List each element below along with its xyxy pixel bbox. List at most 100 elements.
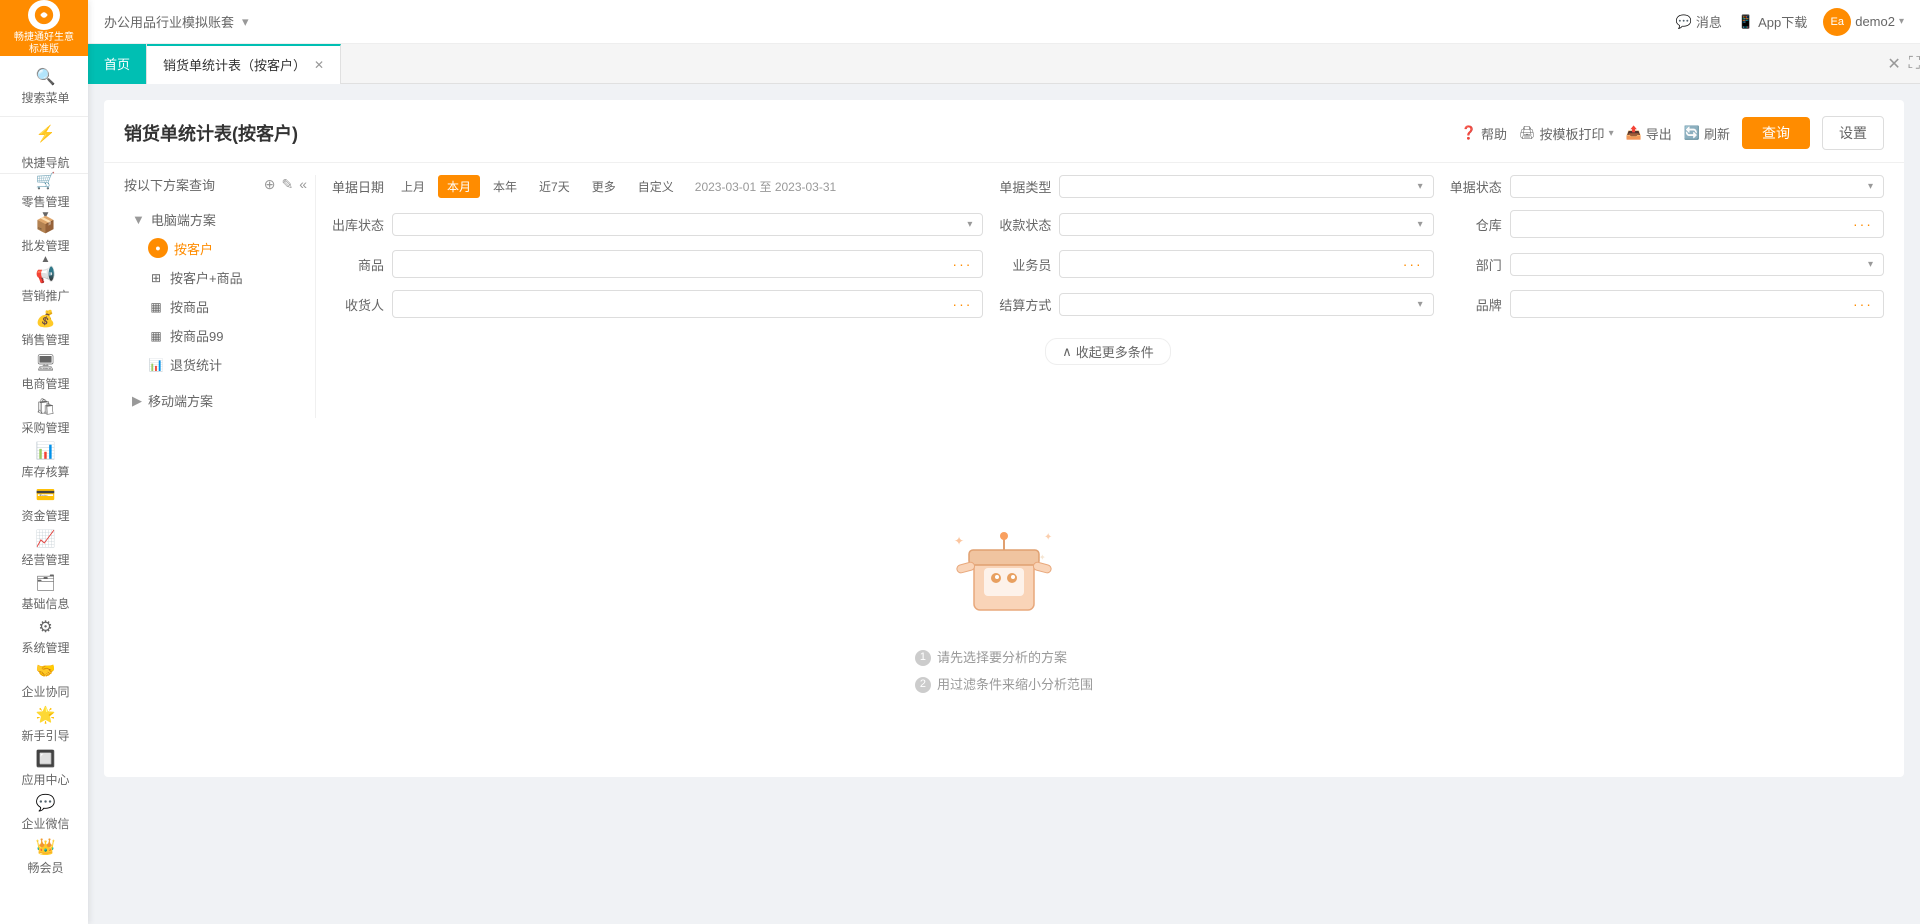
tab-home[interactable]: 首页 [88, 44, 147, 84]
left-panel: 按以下方案查询 ⊕ ✎ « ▼ 电脑端方案 [124, 175, 316, 418]
sidebar-item-quicknav[interactable]: ⚡ 快捷导航 [0, 125, 88, 169]
tree-node-desktop: ▼ 电脑端方案 ● 按客户 ⊞ 按客户+商品 [124, 202, 307, 383]
sidebar-item-purchase[interactable]: 🛍 采购管理 [0, 394, 88, 438]
date-tab-this-month[interactable]: 本月 [438, 175, 480, 198]
help-btn[interactable]: ❓ 帮助 [1461, 124, 1507, 143]
operations-icon: 📈 [36, 529, 56, 549]
operations-label: 经营管理 [21, 551, 69, 568]
out-status-label: 出库状态 [332, 215, 392, 234]
sidebar-item-retail[interactable]: 🛒 零售管理 ▼ [0, 174, 88, 218]
brand-dots[interactable]: ··· [1853, 296, 1873, 312]
tree-child-by-goods[interactable]: ▦ 按商品 [140, 292, 307, 321]
tree-node-desktop-label[interactable]: ▼ 电脑端方案 [124, 206, 307, 233]
sidebar-item-inventory[interactable]: 📊 库存核算 [0, 438, 88, 482]
filter-row-2: 出库状态 ▾ 收款状态 [332, 210, 1884, 238]
goods-dots[interactable]: ··· [952, 256, 972, 272]
window-close-btn[interactable]: ✕ [1887, 54, 1900, 74]
industry-label: 办公用品行业模拟账套 [104, 12, 234, 31]
sidebar-item-wholesale[interactable]: 📦 批发管理 ▲ [0, 218, 88, 262]
goods-select[interactable]: ··· [392, 250, 983, 278]
filter-payment: 收款状态 ▾ [999, 213, 1433, 236]
date-tab-this-year[interactable]: 本年 [484, 175, 526, 198]
tab-sales-stats[interactable]: 销货单统计表（按客户） ✕ [147, 44, 341, 84]
settlement-select[interactable]: ▾ [1059, 293, 1433, 316]
page-content: 销货单统计表(按客户) ❓ 帮助 🖨 按模板打印 ▾ 📤 导出 [88, 84, 1920, 924]
table2-icon: ▦ [148, 328, 164, 344]
sidebar-item-newbie[interactable]: 🌟 新手引导 [0, 702, 88, 746]
receiver-select[interactable]: ··· [392, 290, 983, 318]
window-controls: ✕ ⛶ [1887, 54, 1920, 74]
sidebar-item-vip[interactable]: 👑 畅会员 [0, 834, 88, 878]
message-btn[interactable]: 💬 消息 [1676, 12, 1722, 31]
user-menu[interactable]: Ea demo2 ▾ [1823, 8, 1904, 36]
tree-child-goods99[interactable]: ▦ 按商品99 [140, 321, 307, 350]
warehouse-select[interactable]: ··· [1510, 210, 1884, 238]
tree-child-customer-goods[interactable]: ⊞ 按客户+商品 [140, 263, 307, 292]
refresh-btn[interactable]: 🔄 刷新 [1684, 124, 1730, 143]
sidebar-item-sales[interactable]: 💰 销售管理 [0, 306, 88, 350]
filter-area: 按以下方案查询 ⊕ ✎ « ▼ 电脑端方案 [104, 163, 1904, 430]
staff-dots[interactable]: ··· [1403, 256, 1423, 272]
date-tab-more[interactable]: 更多 [583, 175, 625, 198]
status-select[interactable]: ▾ [1510, 175, 1884, 198]
industry-dropdown-icon[interactable]: ▾ [242, 14, 249, 30]
warehouse-dots[interactable]: ··· [1853, 216, 1873, 232]
sidebar-item-marketing[interactable]: 📢 营销推广 [0, 262, 88, 306]
brand-select[interactable]: ··· [1510, 290, 1884, 318]
search-icon: 🔍 [36, 67, 56, 87]
avatar-text: Ea [1830, 16, 1843, 28]
sidebar-item-finance[interactable]: 💳 资金管理 [0, 482, 88, 526]
status-control: ▾ [1510, 175, 1884, 198]
date-control: 上月 本月 本年 近7天 更多 自定义 2023-03-01 至 2023-03… [392, 175, 983, 198]
ecommerce-label: 电商管理 [21, 375, 69, 392]
window-expand-btn[interactable]: ⛶ [1909, 54, 1920, 74]
goods-label: 商品 [332, 255, 392, 274]
payment-select[interactable]: ▾ [1059, 213, 1433, 236]
filter-date: 单据日期 上月 本月 本年 近7天 更多 自定义 2023-03-01 至 20… [332, 175, 983, 198]
sidebar-item-search[interactable]: 🔍 搜索菜单 [0, 64, 88, 108]
filter-warehouse: 仓库 ··· [1450, 210, 1884, 238]
payment-control: ▾ [1059, 213, 1433, 236]
app-download-btn[interactable]: 📱 App下载 [1738, 12, 1807, 31]
empty-text: 1 请先选择要分析的方案 2 用过滤条件来缩小分析范围 [915, 646, 1093, 697]
settings-button[interactable]: 设置 [1822, 116, 1884, 150]
receiver-dots[interactable]: ··· [952, 296, 972, 312]
tree-child-by-customer[interactable]: ● 按客户 [140, 233, 307, 263]
tab-close-btn[interactable]: ✕ [314, 58, 324, 72]
collapse-panel-btn[interactable]: « [299, 176, 307, 193]
date-tab-custom[interactable]: 自定义 [629, 175, 683, 198]
date-tab-last-month[interactable]: 上月 [392, 175, 434, 198]
add-scheme-btn[interactable]: ⊕ [264, 176, 276, 193]
tabbar: 首页 销货单统计表（按客户） ✕ ✕ ⛶ [88, 44, 1920, 84]
sidebar: 畅捷通好生意 标准版 🔍 搜索菜单 ⚡ 快捷导航 🛒 零售管理 ▼ 📦 批发管理… [0, 0, 88, 924]
sidebar-item-wechat[interactable]: 💬 企业微信 [0, 790, 88, 834]
sidebar-item-base[interactable]: 🗂 基础信息 [0, 570, 88, 614]
tree-node-mobile-label[interactable]: ▶ 移动端方案 [124, 387, 307, 414]
main-area: 办公用品行业模拟账套 ▾ 💬 消息 📱 App下载 Ea demo2 ▾ 首 [88, 0, 1920, 924]
sidebar-item-operations[interactable]: 📈 经营管理 [0, 526, 88, 570]
query-button[interactable]: 查询 [1742, 117, 1810, 149]
right-filter: 单据日期 上月 本月 本年 近7天 更多 自定义 2023-03-01 至 20… [316, 175, 1884, 418]
sidebar-item-enterprise[interactable]: 🤝 企业协同 [0, 658, 88, 702]
sidebar-item-ecommerce[interactable]: 🖥 电商管理 [0, 350, 88, 394]
print-btn[interactable]: 🖨 按模板打印 ▾ [1519, 124, 1614, 143]
filter-type: 单据类型 ▾ [999, 175, 1433, 198]
sidebar-item-system[interactable]: ⚙ 系统管理 [0, 614, 88, 658]
tree-desktop-text: 电脑端方案 [151, 210, 216, 229]
ecommerce-icon: 🖥 [35, 353, 55, 373]
staff-select[interactable]: ··· [1059, 250, 1433, 278]
date-tab-7days[interactable]: 近7天 [530, 175, 579, 198]
tab-sales-stats-label: 销货单统计表（按客户） [163, 55, 306, 74]
out-status-select[interactable]: ▾ [392, 213, 983, 236]
edit-scheme-btn[interactable]: ✎ [281, 176, 293, 193]
dept-select[interactable]: ▾ [1510, 253, 1884, 276]
sidebar-quick-nav: ⚡ 快捷导航 [0, 121, 88, 174]
export-btn[interactable]: 📤 导出 [1626, 124, 1672, 143]
date-tabs: 上月 本月 本年 近7天 更多 自定义 2023-03-01 至 2023-03… [392, 175, 983, 198]
goods-control: ··· [392, 250, 983, 278]
type-select[interactable]: ▾ [1059, 175, 1433, 198]
sidebar-item-apps[interactable]: 🔲 应用中心 [0, 746, 88, 790]
collapse-btn[interactable]: ∧ 收起更多条件 [1045, 338, 1171, 365]
tree-child-returns[interactable]: 📊 退货统计 [140, 350, 307, 379]
staff-label: 业务员 [999, 255, 1059, 274]
